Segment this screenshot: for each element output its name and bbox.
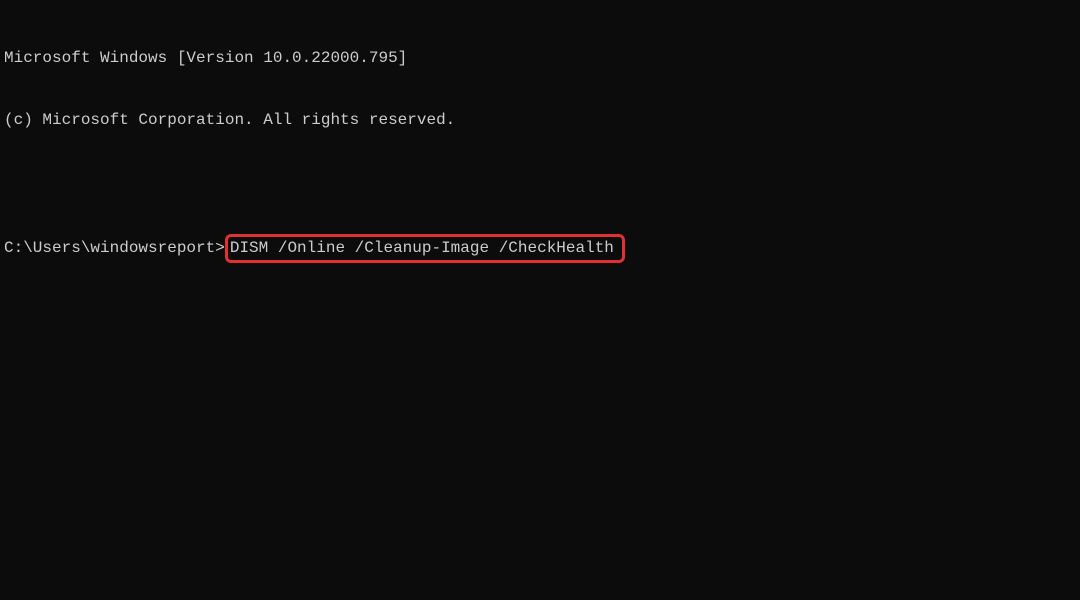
entered-command: DISM /Online /Cleanup-Image /CheckHealth — [230, 239, 614, 257]
version-line: Microsoft Windows [Version 10.0.22000.79… — [4, 48, 1076, 69]
copyright-line: (c) Microsoft Corporation. All rights re… — [4, 110, 1076, 131]
command-prompt-line[interactable]: C:\Users\windowsreport> DISM /Online /Cle… — [4, 234, 1076, 263]
command-highlight-box: DISM /Online /Cleanup-Image /CheckHealth — [225, 234, 625, 263]
prompt-path: C:\Users\windowsreport> — [4, 238, 225, 259]
terminal-output[interactable]: Microsoft Windows [Version 10.0.22000.79… — [4, 6, 1076, 284]
